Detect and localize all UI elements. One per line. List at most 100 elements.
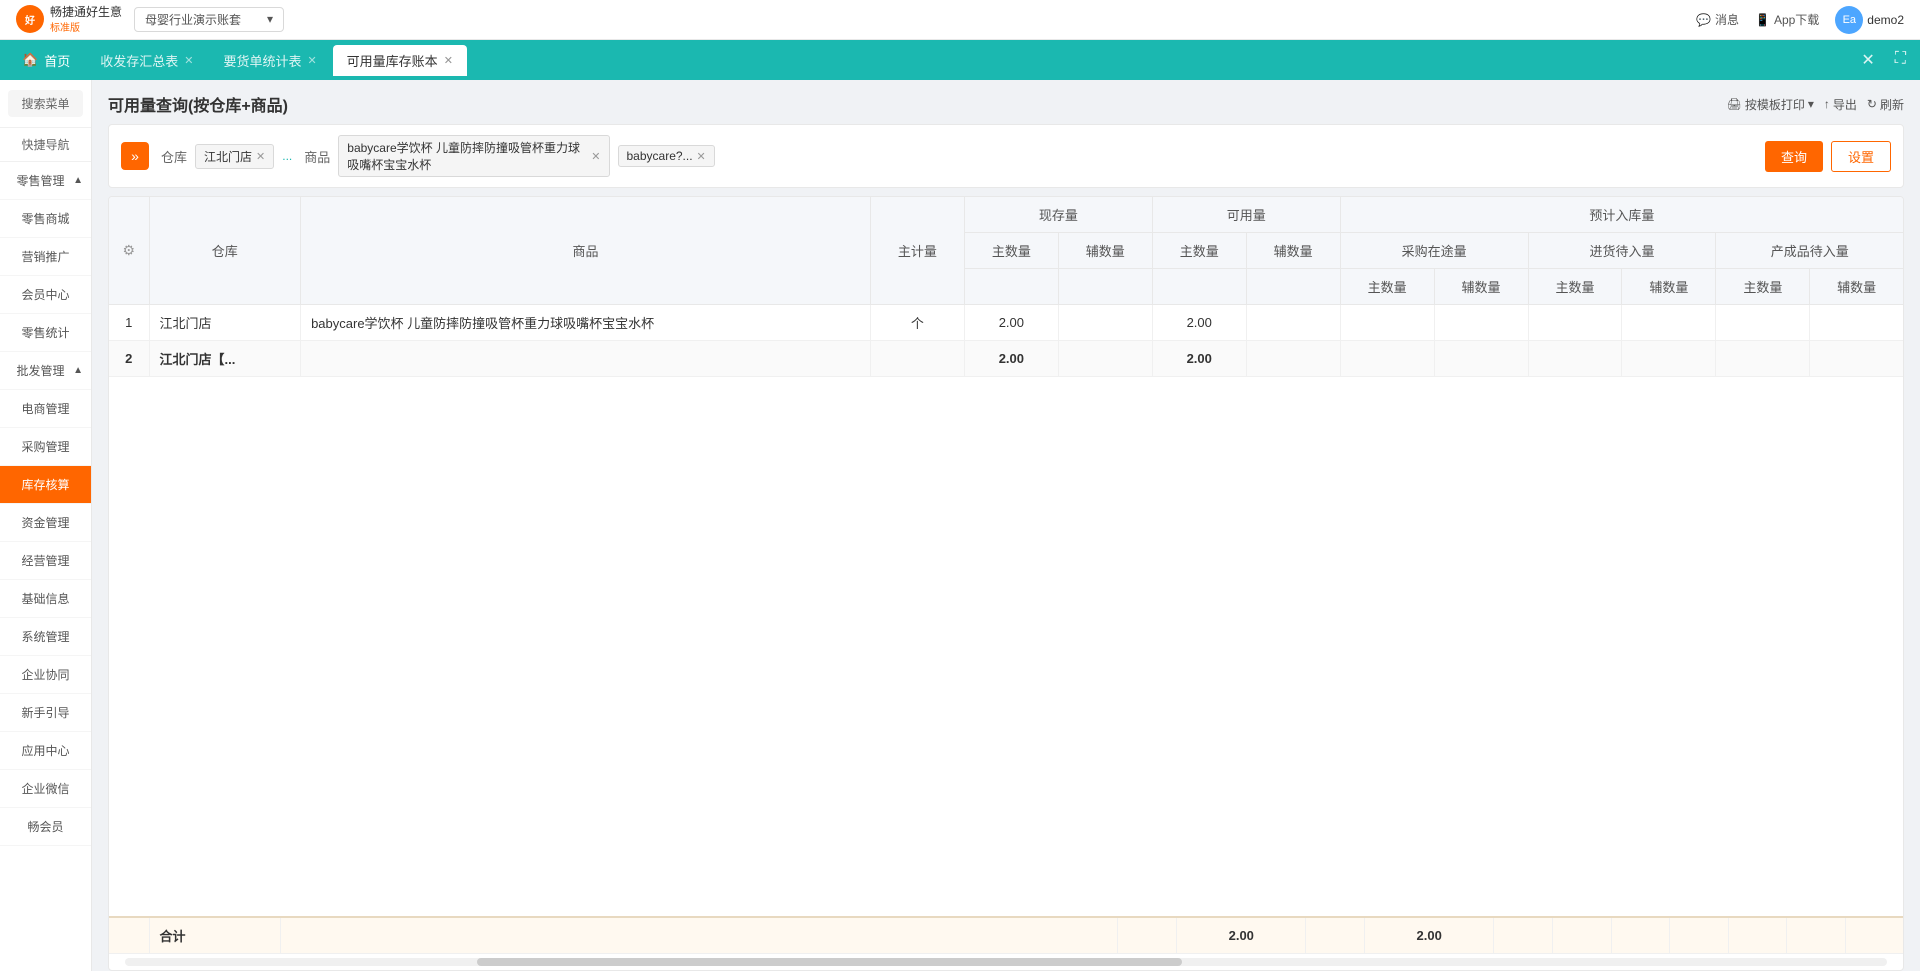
cell-warehouse: 江北门店【... — [149, 341, 301, 377]
sidebar-item-enterprise-coop[interactable]: 企业协同 — [0, 656, 91, 694]
footer-cell-empty1 — [109, 917, 149, 954]
cell-avail-aux — [1246, 341, 1340, 377]
sidebar-item-label: 企业微信 — [8, 780, 83, 797]
sidebar-item-app-center[interactable]: 应用中心 — [0, 732, 91, 770]
tab-home-label: 首页 — [44, 51, 70, 70]
sidebar-item-label: 电商管理 — [8, 400, 83, 417]
product-filter-group: 商品 babycare学饮杯 儿童防摔防撞吸管杯重力球吸嘴杯宝宝水杯 ✕ bab… — [304, 135, 715, 177]
cell-pur-transit-main — [1340, 305, 1434, 341]
cell-inc-pending-aux — [1622, 305, 1716, 341]
footer-stock-aux — [1306, 917, 1365, 954]
th-avail-main-sub — [1152, 269, 1246, 305]
avatar: Ea — [1835, 6, 1863, 34]
sidebar-item-label: 零售商城 — [8, 210, 83, 227]
chevron-down-icon: ▾ — [267, 12, 273, 26]
sidebar-item-enterprise-wechat[interactable]: 企业微信 — [0, 770, 91, 808]
warehouse-more-btn[interactable]: ... — [282, 149, 292, 163]
sidebar-quick-nav[interactable]: 快捷导航 — [0, 128, 91, 162]
sidebar-search-btn[interactable]: 搜索菜单 — [8, 90, 83, 117]
sidebar-item-retail-stats[interactable]: 零售统计 — [0, 314, 91, 352]
sidebar-item-retail-mgmt[interactable]: 零售管理 ▲ — [0, 162, 91, 200]
product-tag2-close[interactable]: ✕ — [697, 150, 706, 163]
footer-label: 合计 — [149, 917, 280, 954]
page-actions: 🖨 按模板打印 ▾ ↑ 导出 ↻ 刷新 — [1727, 96, 1904, 113]
sidebar-item-finance-mgmt[interactable]: 资金管理 — [0, 504, 91, 542]
chevron-right-icon: » — [131, 148, 139, 164]
th-available: 可用量 — [1152, 197, 1340, 233]
sidebar-item-business-mgmt[interactable]: 经营管理 — [0, 542, 91, 580]
quick-nav-label: 快捷导航 — [21, 138, 69, 152]
table-row: 2 江北门店【... 2.00 2.00 — [109, 341, 1903, 377]
cell-inc-pending-aux — [1622, 341, 1716, 377]
cell-seq: 1 — [109, 305, 149, 341]
sidebar-item-basic-info[interactable]: 基础信息 — [0, 580, 91, 618]
sidebar-item-label: 批发管理 — [8, 362, 73, 379]
footer-stock-main: 2.00 — [1177, 917, 1306, 954]
horizontal-scrollbar[interactable] — [125, 958, 1887, 966]
app-download-btn[interactable]: 📱 App下载 — [1755, 11, 1819, 28]
tab-stock-close[interactable]: ✕ — [444, 54, 453, 67]
cell-stock-aux — [1058, 341, 1152, 377]
cell-stock-main: 2.00 — [964, 305, 1058, 341]
sidebar: 搜索菜单 快捷导航 零售管理 ▲ 零售商城 营销推广 会员中心 零售统计 批发管… — [0, 80, 92, 971]
tab-order[interactable]: 要货单统计表 ✕ — [209, 45, 330, 76]
sidebar-item-ecommerce-mgmt[interactable]: 电商管理 — [0, 390, 91, 428]
refresh-btn[interactable]: ↻ 刷新 — [1867, 96, 1904, 113]
th-stock-aux-sub — [1058, 269, 1152, 305]
query-button[interactable]: 查询 — [1765, 141, 1823, 172]
sidebar-item-member[interactable]: 会员中心 — [0, 276, 91, 314]
sidebar-item-retail-mall[interactable]: 零售商城 — [0, 200, 91, 238]
th-stock-main: 主数量 — [964, 233, 1058, 269]
cell-inc-pending-main — [1528, 305, 1622, 341]
setting-button[interactable]: 设置 — [1831, 141, 1891, 172]
sidebar-item-label: 资金管理 — [8, 514, 83, 531]
th-product: 商品 — [301, 197, 871, 305]
th-settings[interactable]: ⚙ — [109, 197, 149, 305]
message-btn[interactable]: 💬 消息 — [1696, 11, 1739, 28]
settings-icon: ⚙ — [120, 242, 138, 260]
footer-pur-main — [1552, 917, 1611, 954]
sidebar-item-purchase-mgmt[interactable]: 采购管理 — [0, 428, 91, 466]
scrollbar-thumb[interactable] — [477, 958, 1182, 966]
industry-selector[interactable]: 母婴行业演示账套 ▾ — [134, 7, 284, 32]
filter-actions: 查询 设置 — [1765, 141, 1891, 172]
sidebar-item-stock-check[interactable]: 库存核算 — [0, 466, 91, 504]
product-tag1[interactable]: babycare学饮杯 儿童防摔防撞吸管杯重力球吸嘴杯宝宝水杯 ✕ — [338, 135, 609, 177]
product-tag2[interactable]: babycare?... ✕ — [618, 145, 715, 167]
refresh-label: 刷新 — [1880, 96, 1904, 113]
product-tag1-close[interactable]: ✕ — [591, 150, 600, 163]
sidebar-item-system-mgmt[interactable]: 系统管理 — [0, 618, 91, 656]
print-btn[interactable]: 🖨 按模板打印 ▾ — [1727, 96, 1814, 113]
tab-home[interactable]: 🏠 首页 — [8, 45, 84, 76]
logo-text: 畅捷通好生意 — [50, 5, 122, 19]
th-pur-aux: 辅数量 — [1434, 269, 1528, 305]
filter-toggle-btn[interactable]: » — [121, 142, 149, 170]
page-title: 可用量查询(按仓库+商品) — [108, 92, 288, 116]
footer-row: 合计 2.00 2.00 — [109, 917, 1903, 954]
sidebar-item-marketing[interactable]: 营销推广 — [0, 238, 91, 276]
sidebar-item-member-btn[interactable]: 畅会员 — [0, 808, 91, 846]
app-download-label: App下载 — [1774, 11, 1819, 28]
export-label: 导出 — [1833, 96, 1857, 113]
warehouse-tag[interactable]: 江北门店 ✕ — [195, 144, 274, 169]
th-prod-aux: 辅数量 — [1810, 269, 1903, 305]
tab-close-all-btn[interactable]: ✕ — [1855, 48, 1880, 72]
sidebar-item-wholesale-mgmt[interactable]: 批发管理 ▲ — [0, 352, 91, 390]
tab-order-close[interactable]: ✕ — [307, 54, 316, 67]
user-area[interactable]: Ea demo2 — [1835, 6, 1904, 34]
sidebar-item-label: 采购管理 — [8, 438, 83, 455]
warehouse-tag-close[interactable]: ✕ — [256, 150, 265, 163]
tab-order-label: 要货单统计表 — [223, 51, 301, 70]
tab-fullscreen-btn[interactable]: ⛶ — [1889, 48, 1912, 72]
sidebar-item-new-guide[interactable]: 新手引导 — [0, 694, 91, 732]
logo-text-area: 畅捷通好生意 标准版 — [50, 5, 122, 34]
tab-receive-close[interactable]: ✕ — [184, 54, 193, 67]
export-btn[interactable]: ↑ 导出 — [1824, 96, 1857, 113]
cell-stock-aux — [1058, 305, 1152, 341]
footer-avail-main: 2.00 — [1365, 917, 1494, 954]
tab-receive[interactable]: 收发存汇总表 ✕ — [86, 45, 207, 76]
th-warehouse: 仓库 — [149, 197, 301, 305]
footer-inc-main — [1670, 917, 1729, 954]
tab-stock[interactable]: 可用量库存账本 ✕ — [333, 45, 467, 76]
content-area: 可用量查询(按仓库+商品) 🖨 按模板打印 ▾ ↑ 导出 ↻ 刷新 — [92, 80, 1920, 971]
